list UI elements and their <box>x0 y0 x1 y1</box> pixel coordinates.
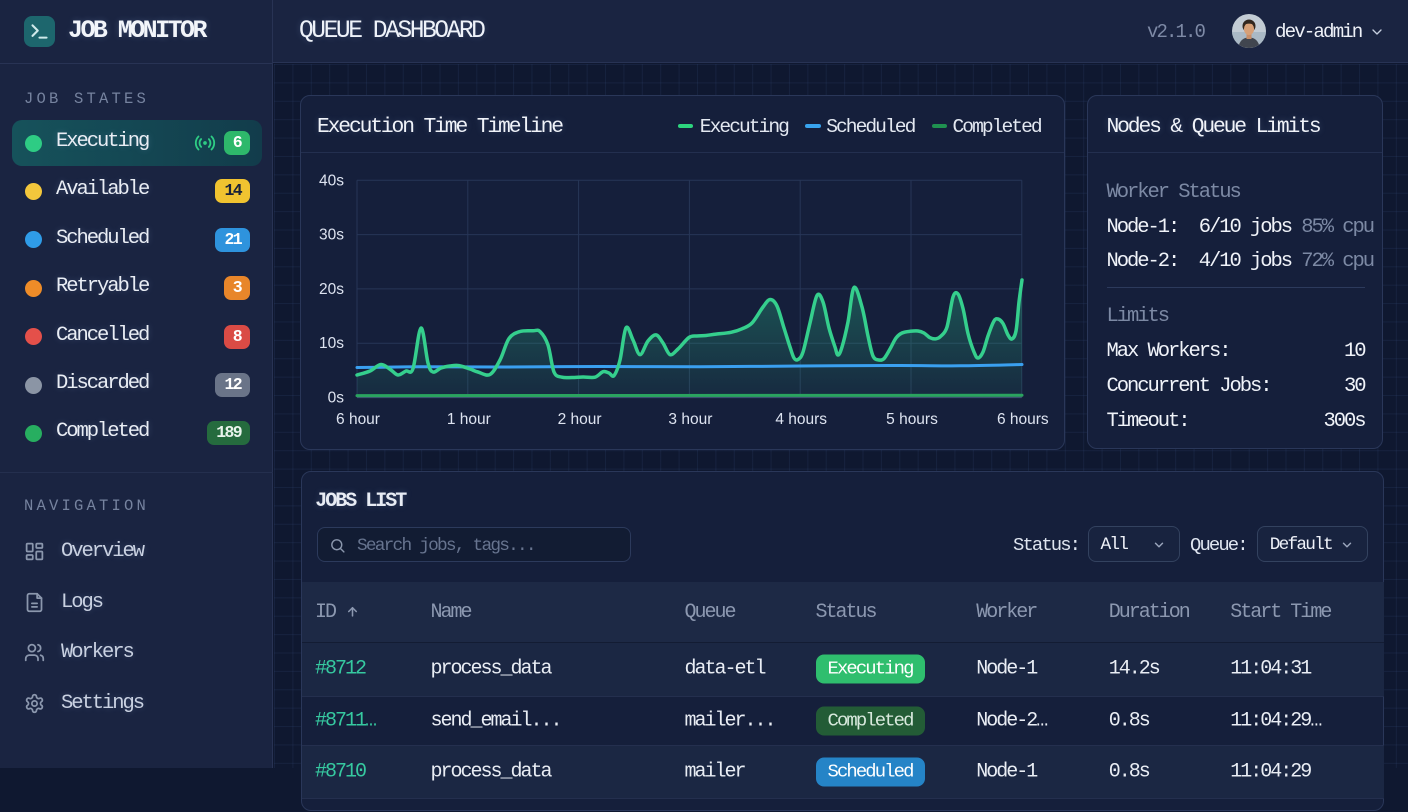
svg-text:3 hour: 3 hour <box>668 411 712 428</box>
svg-text:6 hours: 6 hours <box>997 411 1049 428</box>
svg-text:5 hours: 5 hours <box>886 411 938 428</box>
svg-text:10s: 10s <box>319 335 344 352</box>
svg-text:0s: 0s <box>328 389 345 406</box>
svg-text:6 hour: 6 hour <box>336 411 380 428</box>
svg-text:2 hour: 2 hour <box>558 411 602 428</box>
svg-text:20s: 20s <box>319 281 344 298</box>
svg-text:40s: 40s <box>319 172 344 189</box>
svg-text:1 hour: 1 hour <box>447 411 491 428</box>
svg-text:4 hours: 4 hours <box>775 411 827 428</box>
svg-text:30s: 30s <box>319 227 344 244</box>
